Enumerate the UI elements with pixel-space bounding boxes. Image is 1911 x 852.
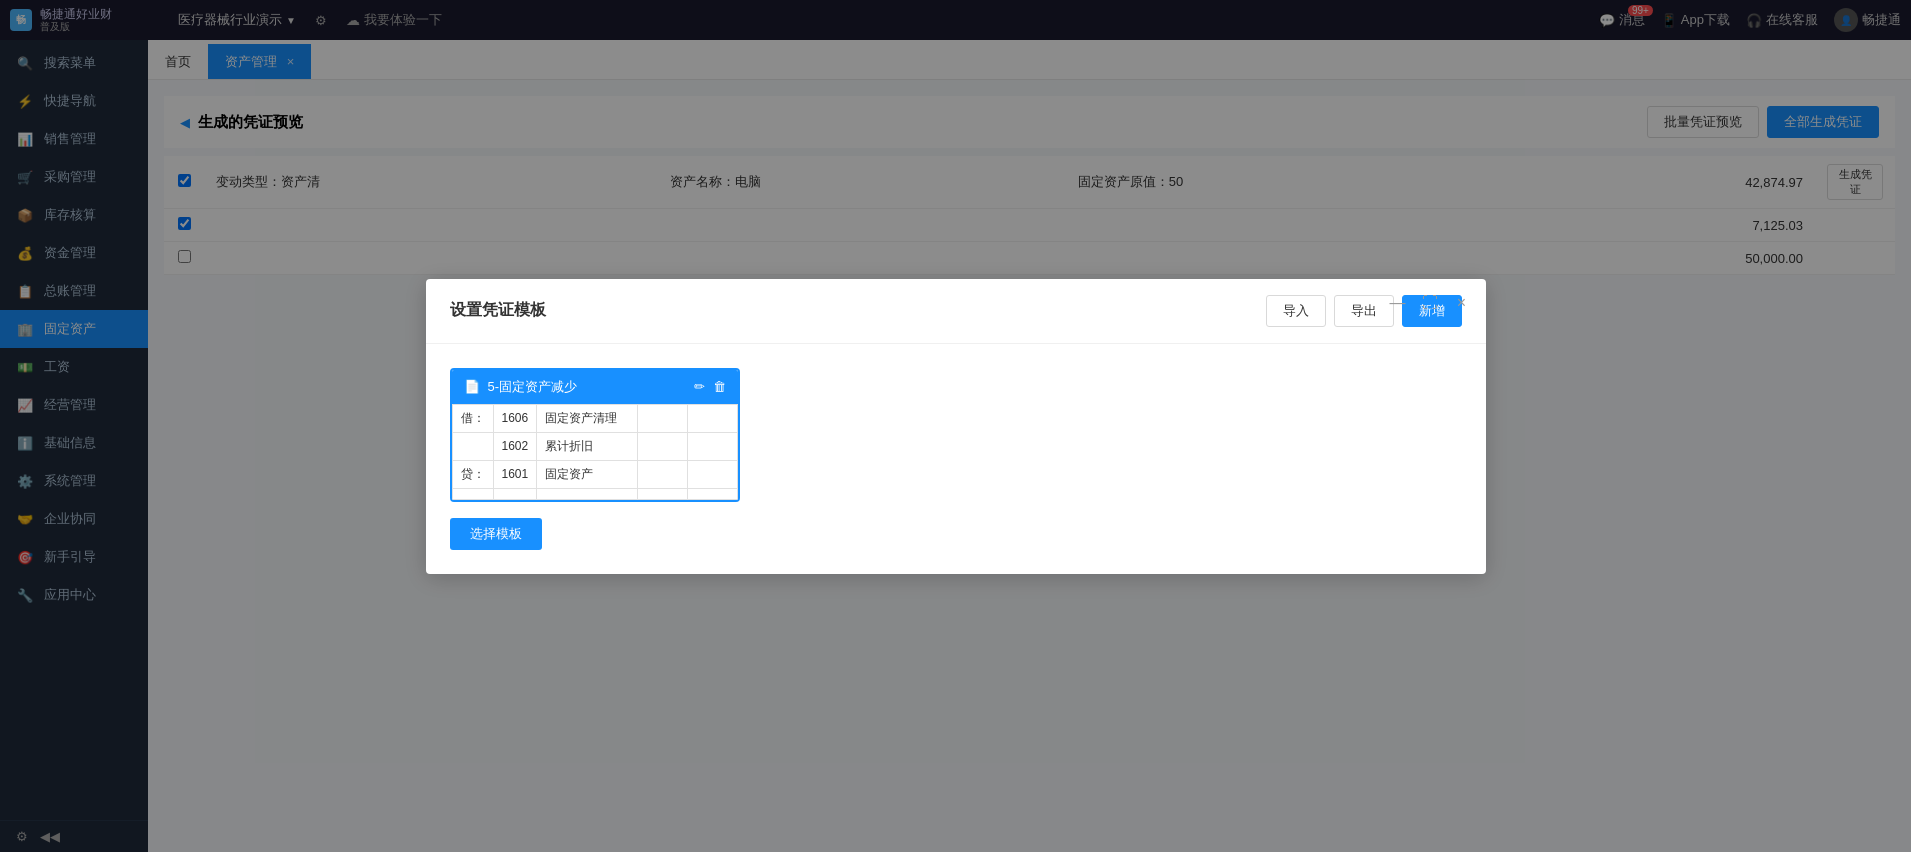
template-entry-row xyxy=(452,488,737,499)
window-controls: — ⛶ × xyxy=(1384,289,1476,317)
import-button[interactable]: 导入 xyxy=(1266,295,1326,327)
modal-title: 设置凭证模板 xyxy=(450,300,546,321)
template-entry-row: 借： 1606 固定资产清理 xyxy=(452,404,737,432)
template-card-actions: ✏ 🗑 xyxy=(694,379,726,394)
template-card-title-area: 📄 5-固定资产减少 xyxy=(464,378,578,396)
template-entry-row: 贷： 1601 固定资产 xyxy=(452,460,737,488)
select-template-button[interactable]: 选择模板 xyxy=(450,518,542,550)
template-delete-icon[interactable]: 🗑 xyxy=(713,379,726,394)
content-area: ◀ 生成的凭证预览 批量凭证预览 全部生成凭证 xyxy=(148,80,1911,852)
modal-close-button[interactable]: × xyxy=(1448,289,1476,317)
modal-dialog: — ⛶ × 设置凭证模板 导入 xyxy=(426,279,1486,574)
modal-body: 📄 5-固定资产减少 ✏ 🗑 xyxy=(426,344,1486,574)
template-entries-table: 借： 1606 固定资产清理 xyxy=(452,404,738,500)
modal-minimize-button[interactable]: — xyxy=(1384,289,1412,317)
template-doc-icon: 📄 xyxy=(464,379,480,394)
modal-maximize-button[interactable]: ⛶ xyxy=(1416,289,1444,317)
modal-header: 设置凭证模板 导入 导出 新增 xyxy=(426,279,1486,344)
template-card: 📄 5-固定资产减少 ✏ 🗑 xyxy=(450,368,740,502)
template-card-body: 借： 1606 固定资产清理 xyxy=(452,404,738,500)
template-entry-row: 1602 累计折旧 xyxy=(452,432,737,460)
template-card-header: 📄 5-固定资产减少 ✏ 🗑 xyxy=(452,370,738,404)
modal-overlay: — ⛶ × 设置凭证模板 导入 xyxy=(148,80,1911,852)
page-area: 首页 资产管理 × ◀ 生成的凭证预览 批量凭证预览 全部生成凭 xyxy=(148,40,1911,852)
template-name: 5-固定资产减少 xyxy=(488,378,578,396)
template-edit-icon[interactable]: ✏ xyxy=(694,379,705,394)
